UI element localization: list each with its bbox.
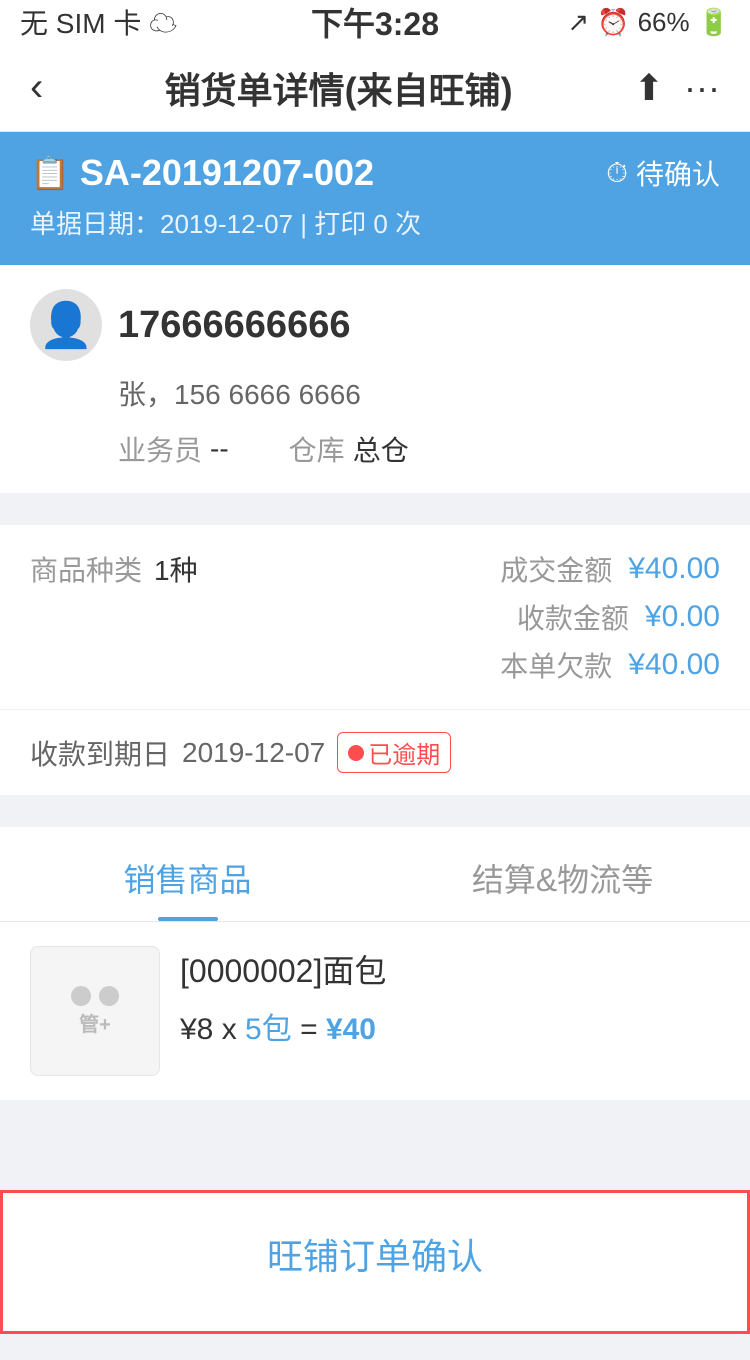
- order-id-text: SA-20191207-002: [80, 152, 374, 194]
- status-right: ↗ ⏰ 66% 🔋: [567, 7, 730, 38]
- amount-row-0: 成交金额 ¥40.00: [500, 549, 720, 589]
- alarm-icon: ⏰: [597, 7, 629, 38]
- page-title: 销货单详情(来自旺铺): [165, 62, 513, 114]
- sales-rep-item: 业务员 --: [118, 429, 229, 469]
- owl-text: 管+: [79, 1008, 111, 1037]
- product-types-label: 商品种类: [30, 549, 142, 589]
- owl-eye-left: [71, 986, 91, 1006]
- summary-right: 成交金额 ¥40.00 收款金额 ¥0.00 本单欠款 ¥40.00: [500, 549, 720, 685]
- clock-icon: ⏱: [606, 157, 628, 190]
- sales-rep-label: 业务员: [118, 429, 202, 469]
- location-icon: ↗: [567, 7, 589, 38]
- price-equals: =: [292, 1013, 326, 1046]
- owl-eyes: [71, 986, 119, 1006]
- more-icon[interactable]: ···: [684, 67, 720, 109]
- overdue-text: 已逾期: [368, 735, 440, 770]
- tabs-section: 销售商品 结算&物流等: [0, 827, 750, 922]
- user-icon: 👤: [39, 299, 94, 351]
- customer-name: 张，156 6666 6666: [118, 373, 720, 413]
- order-id-row: 📋 SA-20191207-002 ⏱ 待确认: [30, 152, 720, 194]
- product-name: [0000002]面包: [180, 946, 720, 992]
- status-left: 无 SIM 卡 ☁: [20, 2, 177, 42]
- customer-phone: 17666666666: [118, 304, 350, 347]
- battery-text: 66%: [638, 7, 690, 38]
- warehouse-item: 仓库 总仓: [289, 429, 409, 469]
- price-total: ¥40: [326, 1013, 376, 1046]
- confirm-btn-container: 旺铺订单确认: [0, 1190, 750, 1334]
- price-base: ¥8 x: [180, 1013, 245, 1046]
- product-logo: 管+: [71, 986, 119, 1037]
- product-section: 管+ [0000002]面包 ¥8 x 5包 = ¥40: [0, 922, 750, 1100]
- product-image: 管+: [30, 946, 160, 1076]
- owl-eye-right: [99, 986, 119, 1006]
- amount-label-0: 成交金额: [500, 549, 612, 589]
- overdue-dot-icon: [348, 745, 364, 761]
- summary-left: 商品种类 1种: [30, 549, 198, 589]
- overdue-badge: 已逾期: [337, 732, 451, 773]
- customer-row: 👤 17666666666: [30, 289, 720, 361]
- amount-label-2: 本单欠款: [500, 645, 612, 685]
- status-bar: 无 SIM 卡 ☁ 下午3:28 ↗ ⏰ 66% 🔋: [0, 0, 750, 44]
- due-date-label: 收款到期日: [30, 733, 170, 773]
- divider-1: [0, 509, 750, 525]
- product-types-value: 1种: [154, 549, 198, 589]
- amount-value-0: ¥40.00: [628, 552, 720, 586]
- back-button[interactable]: ‹: [30, 65, 43, 110]
- battery-icon: 🔋: [698, 7, 730, 38]
- order-header-banner: 📋 SA-20191207-002 ⏱ 待确认 单据日期：2019-12-07 …: [0, 132, 750, 265]
- no-sim-text: 无 SIM 卡 ☁: [20, 2, 177, 42]
- amount-value-2: ¥40.00: [628, 648, 720, 682]
- amount-value-1: ¥0.00: [645, 600, 720, 634]
- amount-row-2: 本单欠款 ¥40.00: [500, 645, 720, 685]
- status-time: 下午3:28: [311, 0, 439, 45]
- confirm-order-button[interactable]: 旺铺订单确认: [33, 1209, 717, 1299]
- sales-rep-value: --: [210, 433, 229, 465]
- due-date-value: 2019-12-07: [182, 737, 325, 769]
- price-qty: 5包: [245, 1013, 292, 1046]
- order-status: ⏱ 待确认: [606, 153, 720, 193]
- tab-settlement[interactable]: 结算&物流等: [375, 827, 750, 921]
- nav-bar: ‹ 销货单详情(来自旺铺) ⬆ ···: [0, 44, 750, 132]
- order-date: 单据日期：2019-12-07 | 打印 0 次: [30, 204, 720, 241]
- tab-sales-products[interactable]: 销售商品: [0, 827, 375, 921]
- amount-label-1: 收款金额: [517, 597, 629, 637]
- divider-2: [0, 795, 750, 811]
- share-icon[interactable]: ⬆: [634, 67, 664, 109]
- nav-actions: ⬆ ···: [634, 67, 720, 109]
- order-icon: 📋: [30, 154, 70, 192]
- product-item: 管+ [0000002]面包 ¥8 x 5包 = ¥40: [30, 946, 720, 1076]
- product-info: [0000002]面包 ¥8 x 5包 = ¥40: [180, 946, 720, 1048]
- summary-section: 商品种类 1种 成交金额 ¥40.00 收款金额 ¥0.00 本单欠款 ¥40.…: [0, 525, 750, 709]
- tabs-row: 销售商品 结算&物流等: [0, 827, 750, 921]
- due-date-section: 收款到期日 2019-12-07 已逾期: [0, 709, 750, 795]
- customer-meta: 业务员 -- 仓库 总仓: [118, 429, 720, 469]
- warehouse-label: 仓库: [289, 429, 345, 469]
- customer-section: 👤 17666666666 张，156 6666 6666 业务员 -- 仓库 …: [0, 265, 750, 493]
- warehouse-value: 总仓: [353, 429, 409, 469]
- summary-row: 商品种类 1种 成交金额 ¥40.00 收款金额 ¥0.00 本单欠款 ¥40.…: [30, 549, 720, 685]
- amount-row-1: 收款金额 ¥0.00: [517, 597, 720, 637]
- avatar: 👤: [30, 289, 102, 361]
- product-price: ¥8 x 5包 = ¥40: [180, 1004, 720, 1048]
- order-id: 📋 SA-20191207-002: [30, 152, 374, 194]
- order-status-text: 待确认: [636, 153, 720, 193]
